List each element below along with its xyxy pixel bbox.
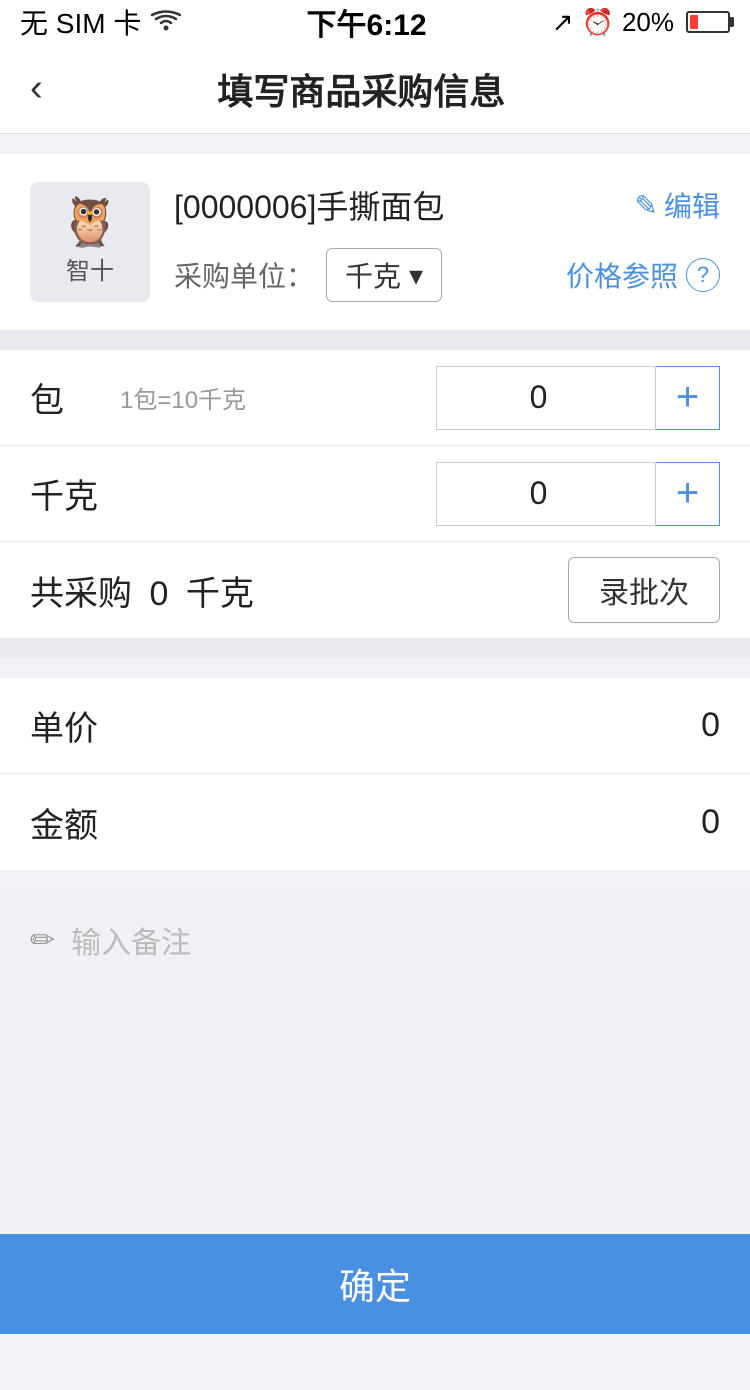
edit-label: 编辑 bbox=[664, 185, 720, 225]
product-name: [0000006]手撕面包 bbox=[174, 182, 444, 228]
edit-icon: ✎ bbox=[635, 189, 658, 222]
record-batch-button[interactable]: 录批次 bbox=[568, 557, 720, 623]
edit-button[interactable]: ✎ 编辑 bbox=[635, 185, 720, 225]
bag-label: 包 bbox=[30, 373, 110, 422]
alarm-icon: ⏰ bbox=[582, 7, 614, 38]
summary-row: 共采购 0 千克 录批次 bbox=[0, 542, 750, 638]
kg-input-row: 千克 + bbox=[0, 446, 750, 542]
battery-icon bbox=[686, 11, 730, 33]
chevron-down-icon: ▾ bbox=[409, 259, 423, 292]
bag-quantity-input[interactable] bbox=[436, 366, 656, 430]
status-right: ↗ ⏰ 20% bbox=[552, 7, 730, 38]
summary-text: 共采购 0 千克 bbox=[30, 566, 254, 615]
product-name-row: [0000006]手撕面包 ✎ 编辑 bbox=[174, 182, 720, 228]
summary-unit: 千克 bbox=[186, 575, 254, 613]
note-section[interactable]: ✏ 输入备注 bbox=[0, 890, 750, 990]
wifi-icon bbox=[151, 6, 181, 38]
note-placeholder: 输入备注 bbox=[71, 918, 191, 962]
product-owl-icon: 🦉 bbox=[60, 199, 120, 247]
unit-price-row: 单价 0 bbox=[0, 678, 750, 774]
back-button[interactable]: ‹ bbox=[30, 67, 43, 110]
summary-prefix: 共采购 bbox=[30, 575, 132, 613]
brand-text: 智十 bbox=[66, 251, 114, 286]
confirm-label: 确定 bbox=[339, 1258, 411, 1310]
unit-value: 千克 bbox=[345, 255, 401, 295]
kg-quantity-input[interactable] bbox=[436, 462, 656, 526]
amount-row: 金额 0 bbox=[0, 774, 750, 870]
bag-input-control: + bbox=[436, 366, 720, 430]
status-time: 下午6:12 bbox=[307, 0, 427, 44]
summary-amount: 0 bbox=[149, 575, 168, 613]
product-card: 🦉 智十 [0000006]手撕面包 ✎ 编辑 采购单位： 千克 ▾ 价格参照 … bbox=[0, 154, 750, 330]
bag-plus-button[interactable]: + bbox=[656, 366, 720, 430]
section-divider-1 bbox=[0, 330, 750, 350]
amount-value: 0 bbox=[701, 803, 720, 842]
status-bar: 无 SIM 卡 下午6:12 ↗ ⏰ 20% bbox=[0, 0, 750, 44]
amount-label: 金额 bbox=[30, 798, 98, 847]
kg-label: 千克 bbox=[30, 469, 110, 518]
nav-bar: ‹ 填写商品采购信息 bbox=[0, 44, 750, 134]
carrier-text: 无 SIM 卡 bbox=[20, 2, 141, 42]
unit-label: 采购单位： bbox=[174, 255, 314, 295]
status-left: 无 SIM 卡 bbox=[20, 2, 181, 42]
confirm-button[interactable]: 确定 bbox=[0, 1234, 750, 1334]
bag-sublabel: 1包=10千克 bbox=[120, 380, 246, 415]
unit-dropdown[interactable]: 千克 ▾ bbox=[326, 248, 442, 302]
section-divider-2 bbox=[0, 638, 750, 658]
page-title: 填写商品采购信息 bbox=[63, 63, 660, 115]
bag-input-row: 包 1包=10千克 + bbox=[0, 350, 750, 446]
unit-row: 采购单位： 千克 ▾ 价格参照 ? bbox=[174, 248, 720, 302]
unit-selector-group: 采购单位： 千克 ▾ bbox=[174, 248, 442, 302]
product-info: [0000006]手撕面包 ✎ 编辑 采购单位： 千克 ▾ 价格参照 ? bbox=[174, 182, 720, 302]
unit-price-value: 0 bbox=[701, 706, 720, 745]
pencil-icon: ✏ bbox=[30, 923, 55, 958]
product-image: 🦉 智十 bbox=[30, 182, 150, 302]
location-icon: ↗ bbox=[552, 7, 574, 38]
kg-input-control: + bbox=[436, 462, 720, 526]
price-ref-button[interactable]: 价格参照 ? bbox=[566, 255, 720, 295]
kg-plus-button[interactable]: + bbox=[656, 462, 720, 526]
price-ref-label: 价格参照 bbox=[566, 255, 678, 295]
quantity-section: 包 1包=10千克 + 千克 + 共采购 0 千克 录批次 bbox=[0, 350, 750, 638]
price-section: 单价 0 金额 0 bbox=[0, 678, 750, 870]
info-icon: ? bbox=[686, 258, 720, 292]
unit-price-label: 单价 bbox=[30, 701, 98, 750]
battery-percent: 20% bbox=[622, 7, 674, 38]
